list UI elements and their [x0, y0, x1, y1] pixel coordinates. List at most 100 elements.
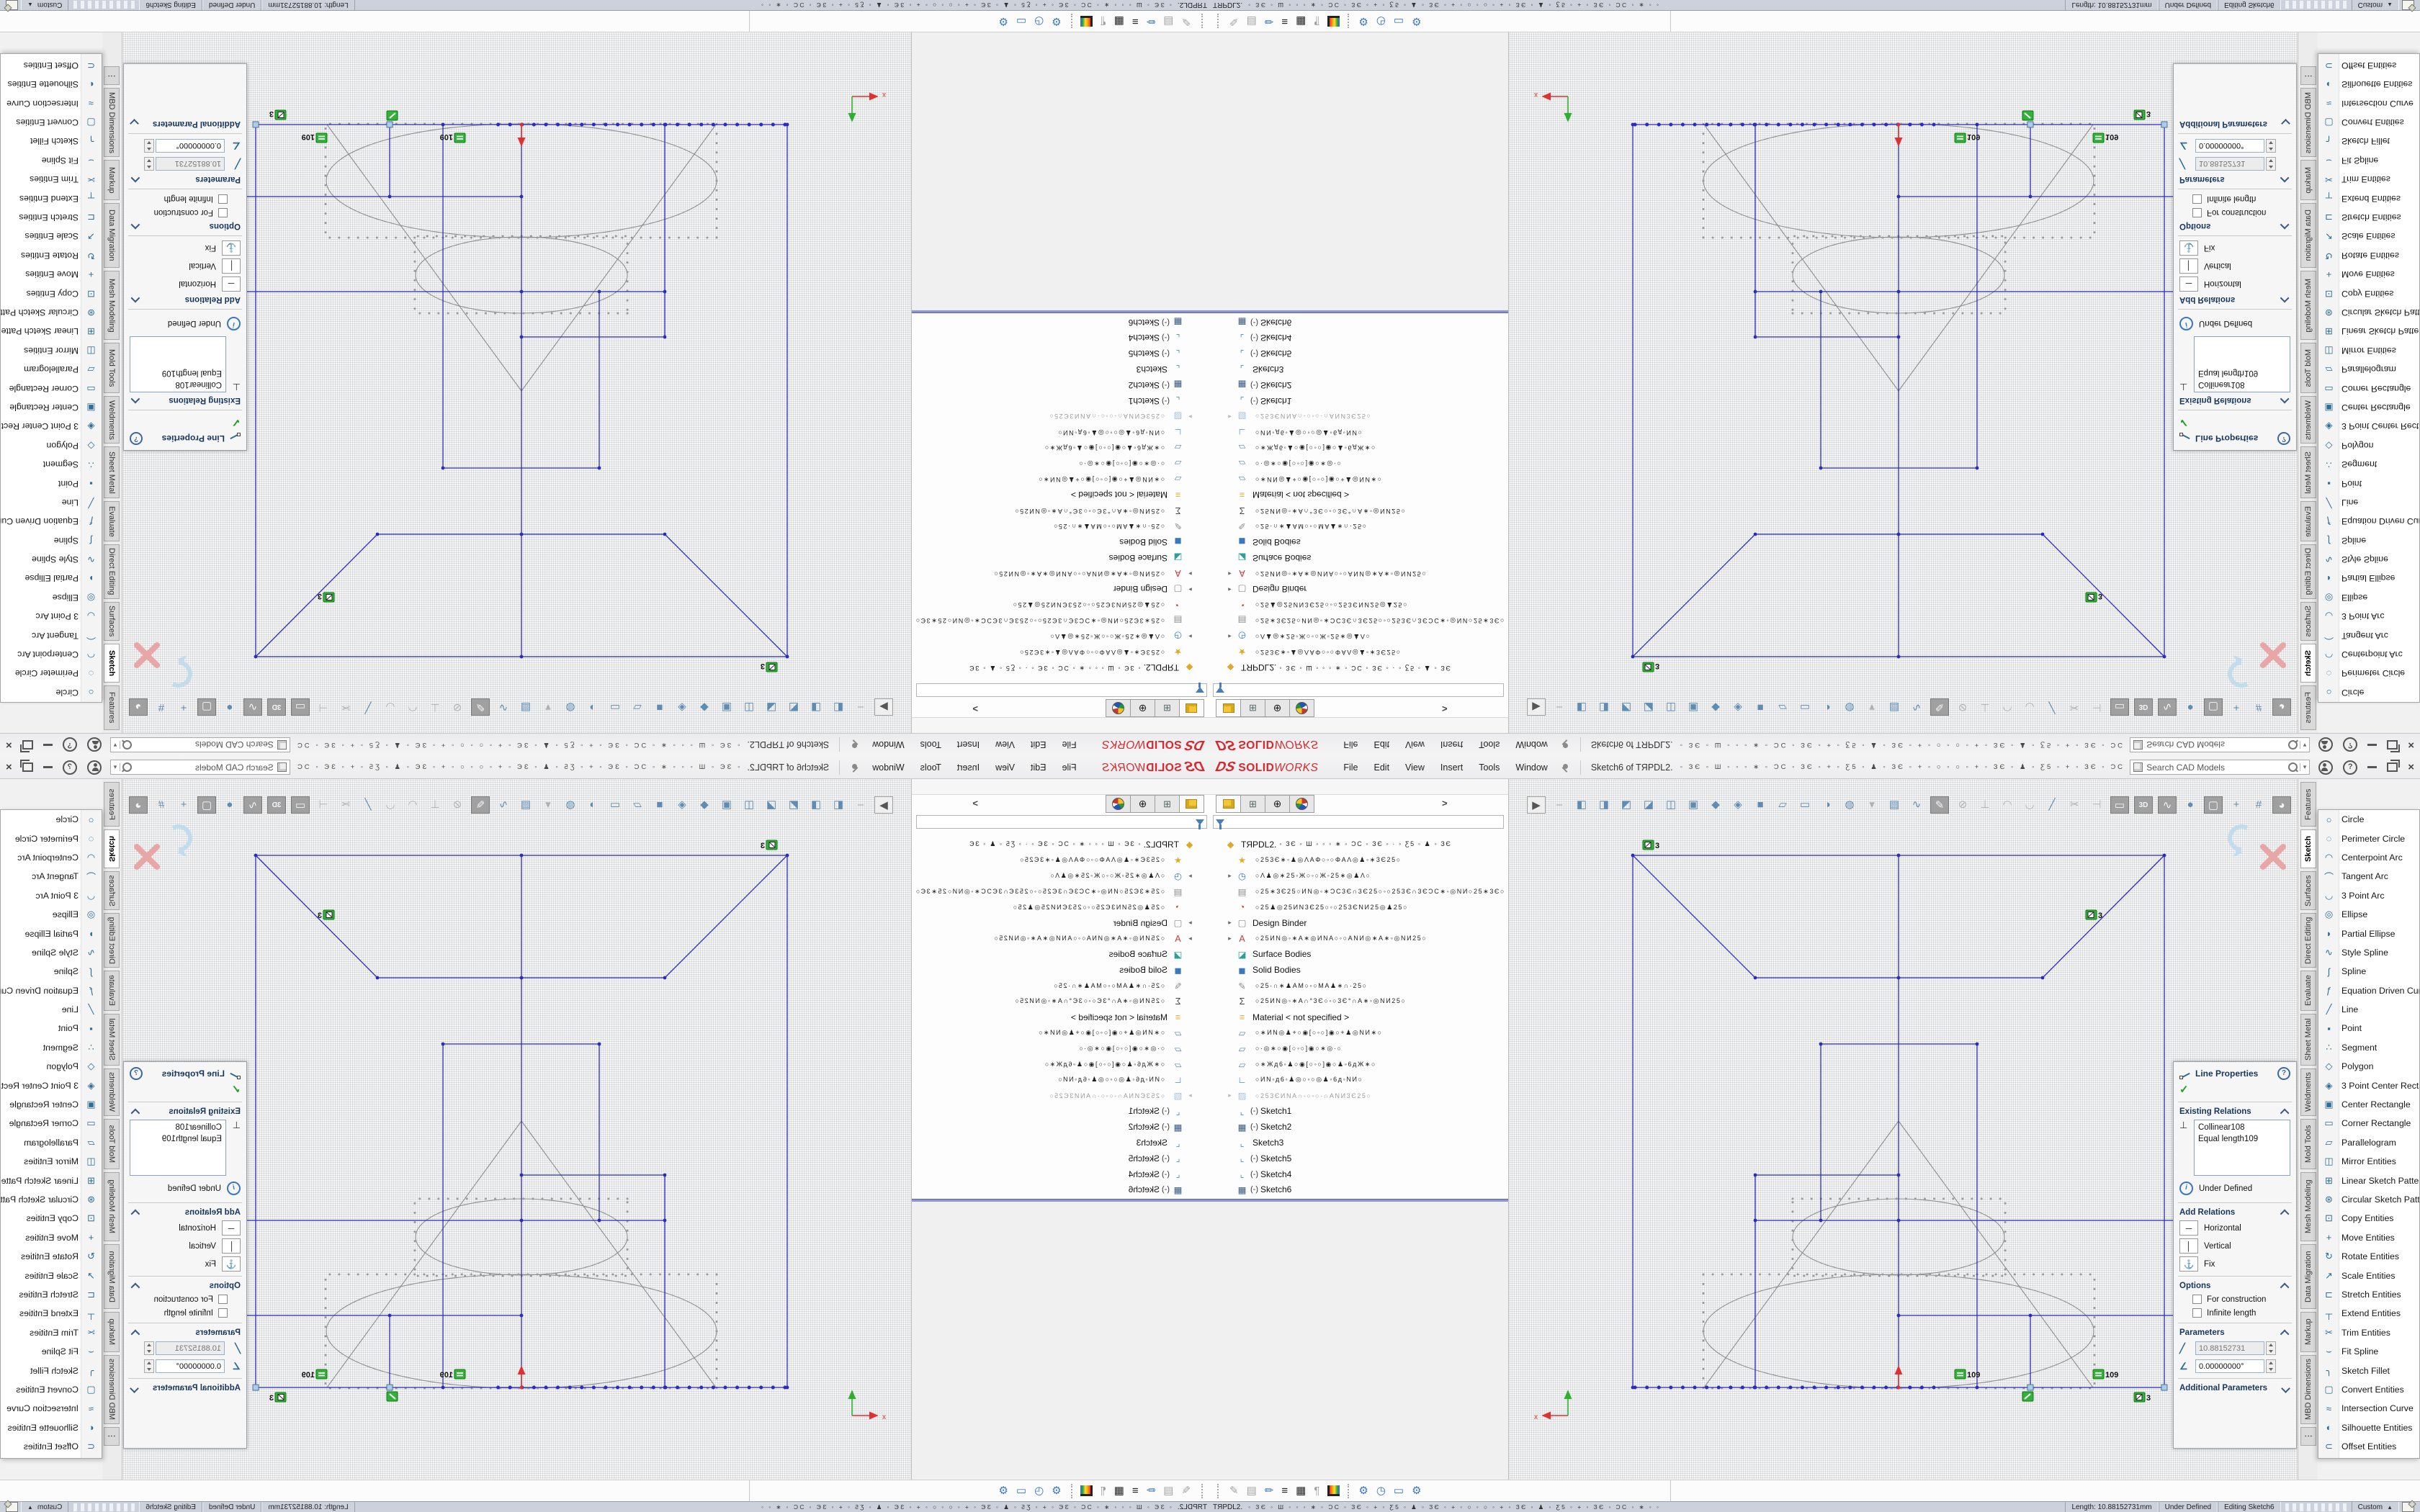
toolbar-icon[interactable]: ⚙: [998, 16, 1008, 27]
expand-arrow-icon[interactable]: ▸: [1185, 413, 1196, 420]
collapse-chevron-icon[interactable]: [131, 1282, 140, 1292]
tree-item[interactable]: ◆ TЯPDL2. ◦ ЗЄ ◦ Ш ◦ ◦ ◦ ∗ ◦ ƆC ◦ ЗЄ ◦ ·…: [1210, 837, 1509, 852]
flyout-menu-item[interactable]: ◡ 3 Point Arc: [2318, 607, 2419, 626]
flyout-menu-item[interactable]: ∴ Segment: [2318, 1038, 2419, 1057]
headsup-toolbar-button[interactable]: ◠: [1999, 796, 2016, 812]
tree-filter-input[interactable]: [916, 683, 1207, 697]
flyout-menu-item[interactable]: ↻ Rotate Entities: [2318, 1247, 2419, 1266]
angle-field[interactable]: [156, 1359, 225, 1373]
length-field[interactable]: [156, 1341, 225, 1355]
headsup-toolbar-button[interactable]: ■: [651, 700, 668, 716]
flyout-menu-item[interactable]: ▪ Point: [2318, 1019, 2419, 1038]
headsup-toolbar-button[interactable]: +: [175, 700, 192, 716]
headsup-toolbar-button[interactable]: ▢: [197, 796, 216, 814]
option-for-construction[interactable]: For construction: [2174, 206, 2296, 220]
commandmanager-tab[interactable]: Data Migration: [2300, 1244, 2316, 1309]
menu-item[interactable]: File: [1335, 734, 1366, 756]
commandmanager-tab[interactable]: Features: [104, 782, 120, 827]
pin-icon[interactable]: [1561, 741, 1570, 750]
flyout-menu-item[interactable]: ○ Circle: [2318, 810, 2419, 829]
menu-item[interactable]: Edit: [1023, 757, 1054, 778]
headsup-toolbar-button[interactable]: ✂: [2066, 700, 2083, 716]
flyout-menu-item[interactable]: ƒ Equation Driven Curve: [1, 512, 102, 531]
search-dropdown-caret-icon[interactable]: ▾: [114, 741, 121, 749]
flyout-menu-item[interactable]: ▱ Parallelogram: [2318, 360, 2419, 379]
commandmanager-tab[interactable]: Sheet Metal: [104, 1014, 120, 1066]
tree-item[interactable]: ≡ Material < not specified >: [1210, 1009, 1509, 1025]
toolbar-icon[interactable]: ▤: [1163, 1485, 1173, 1496]
expand-arrow-icon[interactable]: ▸: [1185, 632, 1196, 640]
tree-item[interactable]: ▱ ○·◎∗○◉[○◦○]◉○∗◎·○: [1210, 1040, 1509, 1056]
toolbar-icon[interactable]: ≡: [1132, 1485, 1139, 1496]
headsup-toolbar-button[interactable]: ▤: [517, 700, 534, 716]
expand-chevron-icon[interactable]: [130, 120, 139, 129]
toolbar-icon[interactable]: ◷: [1376, 16, 1386, 27]
angle-field[interactable]: [2195, 1359, 2264, 1373]
commandmanager-tab[interactable]: Sketch: [2300, 829, 2316, 868]
tree-item[interactable]: ≡ Material < not specified >: [911, 487, 1210, 503]
headsup-toolbar-button[interactable]: ⊥: [1976, 700, 1994, 716]
collapse-chevron-icon[interactable]: [131, 1329, 140, 1338]
restore-button[interactable]: [22, 762, 33, 772]
toolbar-icon[interactable]: ⚙: [998, 1485, 1008, 1496]
flyout-menu-item[interactable]: ▱ Parallelogram: [1, 1133, 102, 1152]
tree-item[interactable]: ∟ ○ИN◦д6◦♟◎○◦○◎♟◦6д◦NИ○: [1210, 1072, 1509, 1088]
toolbar-icon[interactable]: ▭: [1016, 16, 1026, 27]
tab-propertymanager[interactable]: ⊞: [1155, 699, 1179, 717]
tree-item[interactable]: ▸ ▢ Design Binder: [1210, 915, 1509, 931]
flyout-menu-item[interactable]: ∴ Segment: [1, 455, 102, 474]
headsup-toolbar-button[interactable]: ◠: [1999, 700, 2016, 716]
flyout-menu-item[interactable]: ✂ Trim Entities: [2318, 170, 2419, 189]
commandmanager-tab[interactable]: Mesh Modeling: [104, 1172, 120, 1241]
tree-item[interactable]: ▱ ○∗Жд6◦♟○◉[○◦○]◉○♟◦6дЖ∗○: [911, 440, 1210, 456]
close-button[interactable]: ×: [2408, 762, 2414, 773]
headsup-toolbar-button[interactable]: ▱: [1774, 700, 1791, 716]
flyout-menu-item[interactable]: ƒ Equation Driven Curve: [1, 981, 102, 1000]
commandmanager-tab[interactable]: Direct Editing: [2300, 913, 2316, 968]
headsup-toolbar-button[interactable]: +: [175, 796, 192, 812]
flyout-menu-item[interactable]: ⊛ Circular Sketch Pattern: [1, 1190, 102, 1209]
menu-item[interactable]: Tools: [1471, 757, 1507, 778]
collapse-chevron-icon[interactable]: [2280, 1108, 2290, 1117]
flyout-menu-item[interactable]: ◇ Polygon: [2318, 436, 2419, 455]
flyout-menu-item[interactable]: ⊞ Linear Sketch Pattern: [1, 1171, 102, 1189]
commandmanager-tab[interactable]: Mold Tools: [2300, 1119, 2316, 1169]
help-icon[interactable]: ?: [2343, 738, 2357, 752]
commandmanager-tab[interactable]: Surfaces: [104, 602, 120, 641]
flyout-menu-item[interactable]: ⌒ Tangent Arc: [1, 867, 102, 886]
length-field[interactable]: [156, 157, 225, 171]
flyout-menu-item[interactable]: ▢ Convert Entities: [1, 113, 102, 132]
tree-item[interactable]: ▦ (-) Sketch2: [911, 377, 1210, 393]
tree-item[interactable]: ✎ ○25·∩∗♟АМ○◦○МА♟∗∩·25○: [1210, 518, 1509, 534]
tree-item[interactable]: Σ ○25ИN◎◦∗А∩°3Є○◦○3Є°∩А∗◦◎NИ25○: [1210, 994, 1509, 1009]
tree-item[interactable]: ◪ Surface Bodies: [1210, 947, 1509, 963]
headsup-toolbar-button[interactable]: ╱: [2043, 700, 2061, 716]
angle-stepper[interactable]: [144, 139, 154, 153]
panel-expand-chevron-icon[interactable]: >: [972, 703, 978, 714]
close-button[interactable]: ×: [6, 762, 12, 773]
headsup-toolbar-button[interactable]: ✂: [2066, 796, 2083, 812]
flyout-menu-item[interactable]: ⌣ Fit Spline: [1, 151, 102, 170]
headsup-toolbar-button[interactable]: ⊘: [449, 700, 466, 716]
add-relation-fix[interactable]: ⚓Fix: [2174, 239, 2296, 257]
tree-item[interactable]: ▸ ▨ ○253ЄИNА∩·○◦○·∩АNИ3Є25○: [1210, 408, 1509, 424]
flyout-menu-item[interactable]: ✂ Trim Entities: [2318, 1323, 2419, 1342]
headsup-toolbar-button[interactable]: ◩: [785, 700, 802, 716]
flyout-menu-item[interactable]: ▣ Center Rectangle: [1, 398, 102, 417]
tree-item[interactable]: ⌞ (-) Sketch4: [1210, 1166, 1509, 1182]
flyout-menu-item[interactable]: ◌ Perimeter Circle: [2318, 664, 2419, 683]
pin-icon[interactable]: [850, 741, 859, 750]
flyout-menu-item[interactable]: ◗ Partial Ellipse: [1, 569, 102, 588]
toolbar-icon[interactable]: ▤: [1247, 16, 1257, 27]
commandmanager-tab[interactable]: Markup: [2300, 1312, 2316, 1352]
headsup-toolbar-button[interactable]: ◑: [1819, 796, 1836, 812]
tree-item[interactable]: ▸ ▢ Design Binder: [1210, 581, 1509, 597]
flyout-menu-item[interactable]: ≈ Intersection Curve: [1, 1399, 102, 1418]
collapse-chevron-icon[interactable]: [131, 1108, 140, 1117]
toolbar-icon[interactable]: ▦: [1114, 16, 1124, 27]
length-stepper[interactable]: [144, 1341, 154, 1355]
flyout-menu-item[interactable]: ⊏ Stretch Entities: [2318, 1285, 2419, 1304]
flyout-menu-item[interactable]: ◌ Perimeter Circle: [1, 664, 102, 683]
tree-item[interactable]: ★ ○253Є∗◦♟◎ΛАΦ○◦○ΦАΛ◎♟◦∗3Є25○: [911, 644, 1210, 660]
flyout-menu-item[interactable]: ◡ 3 Point Arc: [1, 886, 102, 905]
